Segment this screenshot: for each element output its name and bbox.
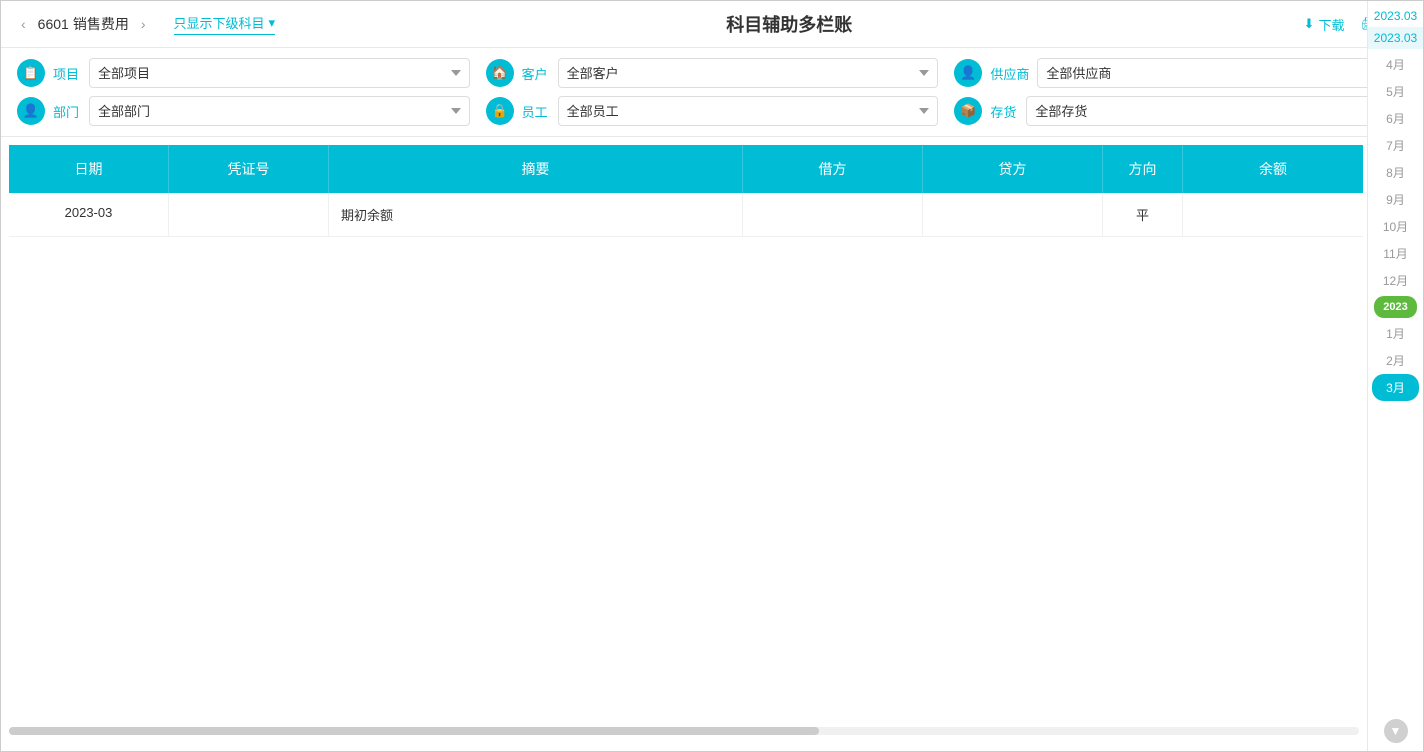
timeline-4month[interactable]: 4月 <box>1368 51 1423 78</box>
timeline-12month[interactable]: 12月 <box>1368 267 1423 294</box>
timeline-2month[interactable]: 2月 <box>1368 347 1423 374</box>
timeline-9month[interactable]: 9月 <box>1368 186 1423 213</box>
col-balance: 余额 <box>1183 145 1363 193</box>
col-credit: 贷方 <box>923 145 1103 193</box>
filter-project: 📋 项目 全部项目 <box>17 58 470 88</box>
filter-department: 👤 部门 全部部门 <box>17 96 470 126</box>
employee-label: 员工 <box>522 102 550 121</box>
table-container: 日期 凭证号 摘要 借方 贷方 方向 余额 2023-03 期初余额 平 <box>9 145 1363 237</box>
cell-summary: 期初余额 <box>329 193 743 236</box>
scroll-area <box>9 727 1359 735</box>
supplier-label: 供应商 <box>990 64 1029 83</box>
filter-supplier: 👤 供应商 全部供应商 <box>954 58 1407 88</box>
timeline-7month[interactable]: 7月 <box>1368 132 1423 159</box>
col-date: 日期 <box>9 145 169 193</box>
customer-select[interactable]: 全部客户 <box>558 58 939 88</box>
download-icon: ⬇ <box>1304 16 1315 32</box>
cell-date: 2023-03 <box>9 193 169 236</box>
timeline-highlight[interactable]: 2023.03 <box>1368 27 1423 49</box>
timeline-top-year: 2023.03 <box>1374 9 1417 23</box>
prev-arrow[interactable]: ‹ <box>17 14 30 34</box>
filter-inventory: 📦 存货 全部存货 <box>954 96 1407 126</box>
cell-voucher <box>169 193 329 236</box>
timeline-6month[interactable]: 6月 <box>1368 105 1423 132</box>
cell-debit <box>743 193 923 236</box>
cell-balance <box>1183 193 1363 236</box>
show-sub-label: 只显示下级科目 <box>174 13 265 32</box>
customer-label: 客户 <box>522 64 550 83</box>
filter-area: 📋 项目 全部项目 🏠 客户 全部客户 👤 供应商 全部供应商 👤 部门 全 <box>1 48 1423 137</box>
project-icon: 📋 <box>17 59 45 87</box>
timeline-down-arrow[interactable]: ▼ <box>1384 719 1408 743</box>
download-label: 下载 <box>1318 15 1344 34</box>
next-arrow[interactable]: › <box>137 14 150 34</box>
employee-select[interactable]: 全部员工 <box>558 96 939 126</box>
col-voucher: 凭证号 <box>169 145 329 193</box>
account-code-box: 6601 销售费用 <box>38 14 129 34</box>
timeline-8month[interactable]: 8月 <box>1368 159 1423 186</box>
show-sub-dropdown[interactable]: 只显示下级科目 ▾ <box>174 13 276 35</box>
project-label: 项目 <box>53 64 81 83</box>
col-debit: 借方 <box>743 145 923 193</box>
inventory-icon: 📦 <box>954 97 982 125</box>
timeline-11month[interactable]: 11月 <box>1368 240 1423 267</box>
filter-customer: 🏠 客户 全部客户 <box>486 58 939 88</box>
cell-credit <box>923 193 1103 236</box>
timeline-3month-selected[interactable]: 3月 <box>1372 374 1419 401</box>
timeline-panel: 2023.03 2023.03 4月 5月 6月 7月 8月 9月 10月 11… <box>1367 1 1423 751</box>
timeline-10month[interactable]: 10月 <box>1368 213 1423 240</box>
account-code: 6601 <box>38 16 69 32</box>
col-direction: 方向 <box>1103 145 1183 193</box>
filter-employee: 🔒 员工 全部员工 <box>486 96 939 126</box>
supplier-select[interactable]: 全部供应商 <box>1037 58 1407 88</box>
page-title: 科目辅助多栏账 <box>283 11 1296 37</box>
main-window: ‹ 6601 销售费用 › 只显示下级科目 ▾ 科目辅助多栏账 ⬇ 下载 🖨 打… <box>0 0 1424 752</box>
account-name: 销售费用 <box>73 14 129 34</box>
cell-direction: 平 <box>1103 193 1183 236</box>
timeline-5month[interactable]: 5月 <box>1368 78 1423 105</box>
chevron-down-icon: ▾ <box>269 15 276 31</box>
h-scrollbar-thumb[interactable] <box>9 727 819 735</box>
employee-icon: 🔒 <box>486 97 514 125</box>
supplier-icon: 👤 <box>954 59 982 87</box>
inventory-label: 存货 <box>990 102 1018 121</box>
timeline-year-2023[interactable]: 2023 <box>1374 296 1417 318</box>
customer-icon: 🏠 <box>486 59 514 87</box>
department-select[interactable]: 全部部门 <box>89 96 470 126</box>
download-button[interactable]: ⬇ 下载 <box>1304 15 1345 34</box>
department-icon: 👤 <box>17 97 45 125</box>
table-header: 日期 凭证号 摘要 借方 贷方 方向 余额 <box>9 145 1363 193</box>
col-summary: 摘要 <box>329 145 743 193</box>
timeline-1month[interactable]: 1月 <box>1368 320 1423 347</box>
project-select[interactable]: 全部项目 <box>89 58 470 88</box>
inventory-select[interactable]: 全部存货 <box>1026 96 1407 126</box>
h-scrollbar[interactable] <box>9 727 1359 735</box>
department-label: 部门 <box>53 102 81 121</box>
top-bar: ‹ 6601 销售费用 › 只显示下级科目 ▾ 科目辅助多栏账 ⬇ 下载 🖨 打… <box>1 1 1423 48</box>
table-body: 2023-03 期初余额 平 <box>9 193 1363 237</box>
table-row: 2023-03 期初余额 平 <box>9 193 1363 237</box>
